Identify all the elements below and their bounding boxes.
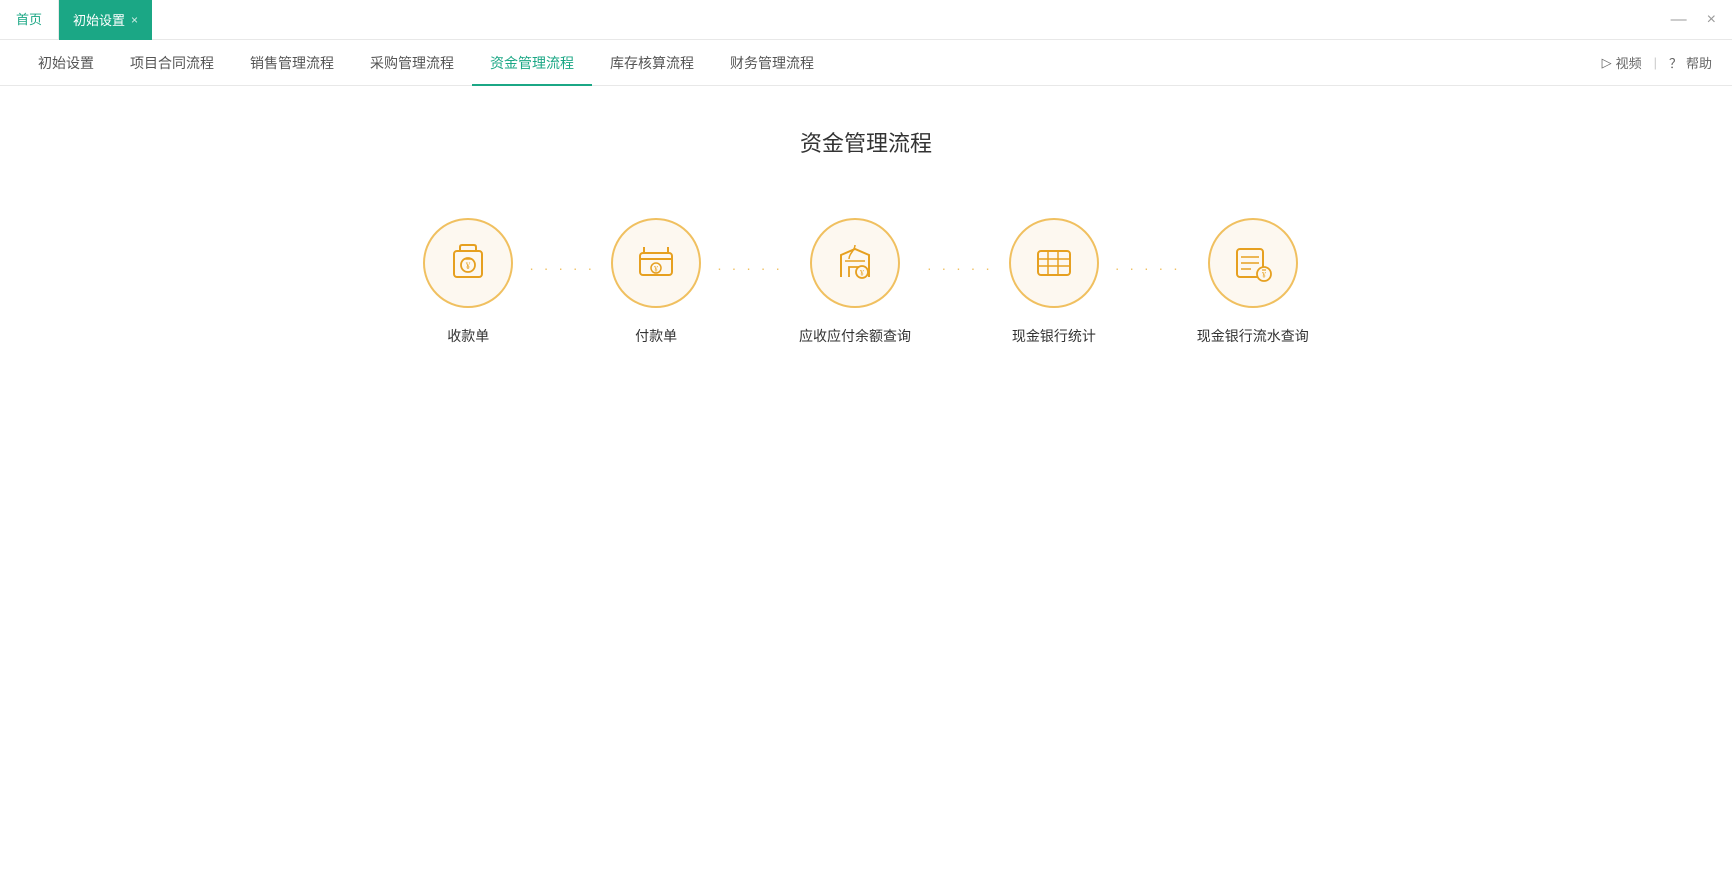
- tab-close-button[interactable]: ×: [131, 13, 138, 27]
- connector-dots: · · · · ·: [529, 260, 595, 276]
- nav-bar: 初始设置项目合同流程销售管理流程采购管理流程资金管理流程库存核算流程财务管理流程…: [0, 40, 1732, 86]
- flow-icon-receipt: ¥: [423, 218, 513, 308]
- flow-step-cash-bank-stats[interactable]: 现金银行统计: [1009, 218, 1099, 346]
- question-icon: ？: [1669, 53, 1682, 72]
- connector-dots: · · · · ·: [927, 260, 993, 276]
- flow-label-cash-bank-stats: 现金银行统计: [1012, 326, 1096, 346]
- nav-item-capital-management[interactable]: 资金管理流程: [472, 40, 592, 86]
- connector-dots: · · · · ·: [717, 260, 783, 276]
- flow-label-payment: 付款单: [635, 326, 677, 346]
- video-label: 视频: [1616, 53, 1642, 72]
- flow-step-balance-query[interactable]: ¥ 应收应付余额查询: [799, 218, 911, 346]
- window-controls: — ×: [1655, 0, 1732, 40]
- flow-icon-cash-bank-flow: ¥: [1208, 218, 1298, 308]
- help-label: 帮助: [1686, 53, 1712, 72]
- close-button[interactable]: ×: [1701, 9, 1722, 31]
- active-tab-label: 初始设置: [73, 10, 125, 29]
- page-title: 资金管理流程: [0, 126, 1732, 158]
- flow-connector-0: · · · · ·: [513, 260, 611, 276]
- nav-item-initial-setup[interactable]: 初始设置: [20, 40, 112, 86]
- flow-step-receipt[interactable]: ¥ 收款单: [423, 218, 513, 346]
- nav-item-sales-management[interactable]: 销售管理流程: [232, 40, 352, 86]
- connector-dots: · · · · ·: [1115, 260, 1181, 276]
- flow-label-balance-query: 应收应付余额查询: [799, 326, 911, 346]
- flow-step-payment[interactable]: ¥ 付款单: [611, 218, 701, 346]
- nav-right: ▷ 视频 | ？ 帮助: [1602, 53, 1712, 72]
- svg-text:¥: ¥: [466, 261, 471, 271]
- nav-divider: |: [1654, 55, 1657, 70]
- flow-label-receipt: 收款单: [447, 326, 489, 346]
- svg-text:¥: ¥: [860, 269, 864, 278]
- home-tab[interactable]: 首页: [0, 0, 59, 40]
- flow-container: ¥ 收款单 · · · · · ¥ 付款单 · · · · · ¥ 应收应付余额查询…: [0, 218, 1732, 346]
- nav-items: 初始设置项目合同流程销售管理流程采购管理流程资金管理流程库存核算流程财务管理流程: [20, 40, 832, 86]
- flow-connector-3: · · · · ·: [1099, 260, 1197, 276]
- flow-icon-cash-bank-stats: [1009, 218, 1099, 308]
- flow-connector-2: · · · · ·: [911, 260, 1009, 276]
- top-bar: 首页 初始设置 ×: [0, 0, 1732, 40]
- svg-text:¥: ¥: [654, 265, 658, 274]
- minimize-button[interactable]: —: [1665, 9, 1693, 31]
- nav-item-purchase-management[interactable]: 采购管理流程: [352, 40, 472, 86]
- flow-label-cash-bank-flow: 现金银行流水查询: [1197, 326, 1309, 346]
- flow-step-cash-bank-flow[interactable]: ¥ 现金银行流水查询: [1197, 218, 1309, 346]
- nav-item-inventory-accounting[interactable]: 库存核算流程: [592, 40, 712, 86]
- help-link[interactable]: ？ 帮助: [1669, 53, 1712, 72]
- nav-item-project-contract[interactable]: 项目合同流程: [112, 40, 232, 86]
- svg-text:¥: ¥: [1262, 271, 1266, 280]
- play-icon: ▷: [1602, 55, 1612, 71]
- active-tab[interactable]: 初始设置 ×: [59, 0, 152, 40]
- main-content: 资金管理流程 ¥ 收款单 · · · · · ¥ 付款单 · · · · · ¥ 应…: [0, 86, 1732, 885]
- flow-icon-payment: ¥: [611, 218, 701, 308]
- flow-connector-1: · · · · ·: [701, 260, 799, 276]
- nav-item-financial-management[interactable]: 财务管理流程: [712, 40, 832, 86]
- flow-icon-balance-query: ¥: [810, 218, 900, 308]
- video-link[interactable]: ▷ 视频: [1602, 53, 1642, 72]
